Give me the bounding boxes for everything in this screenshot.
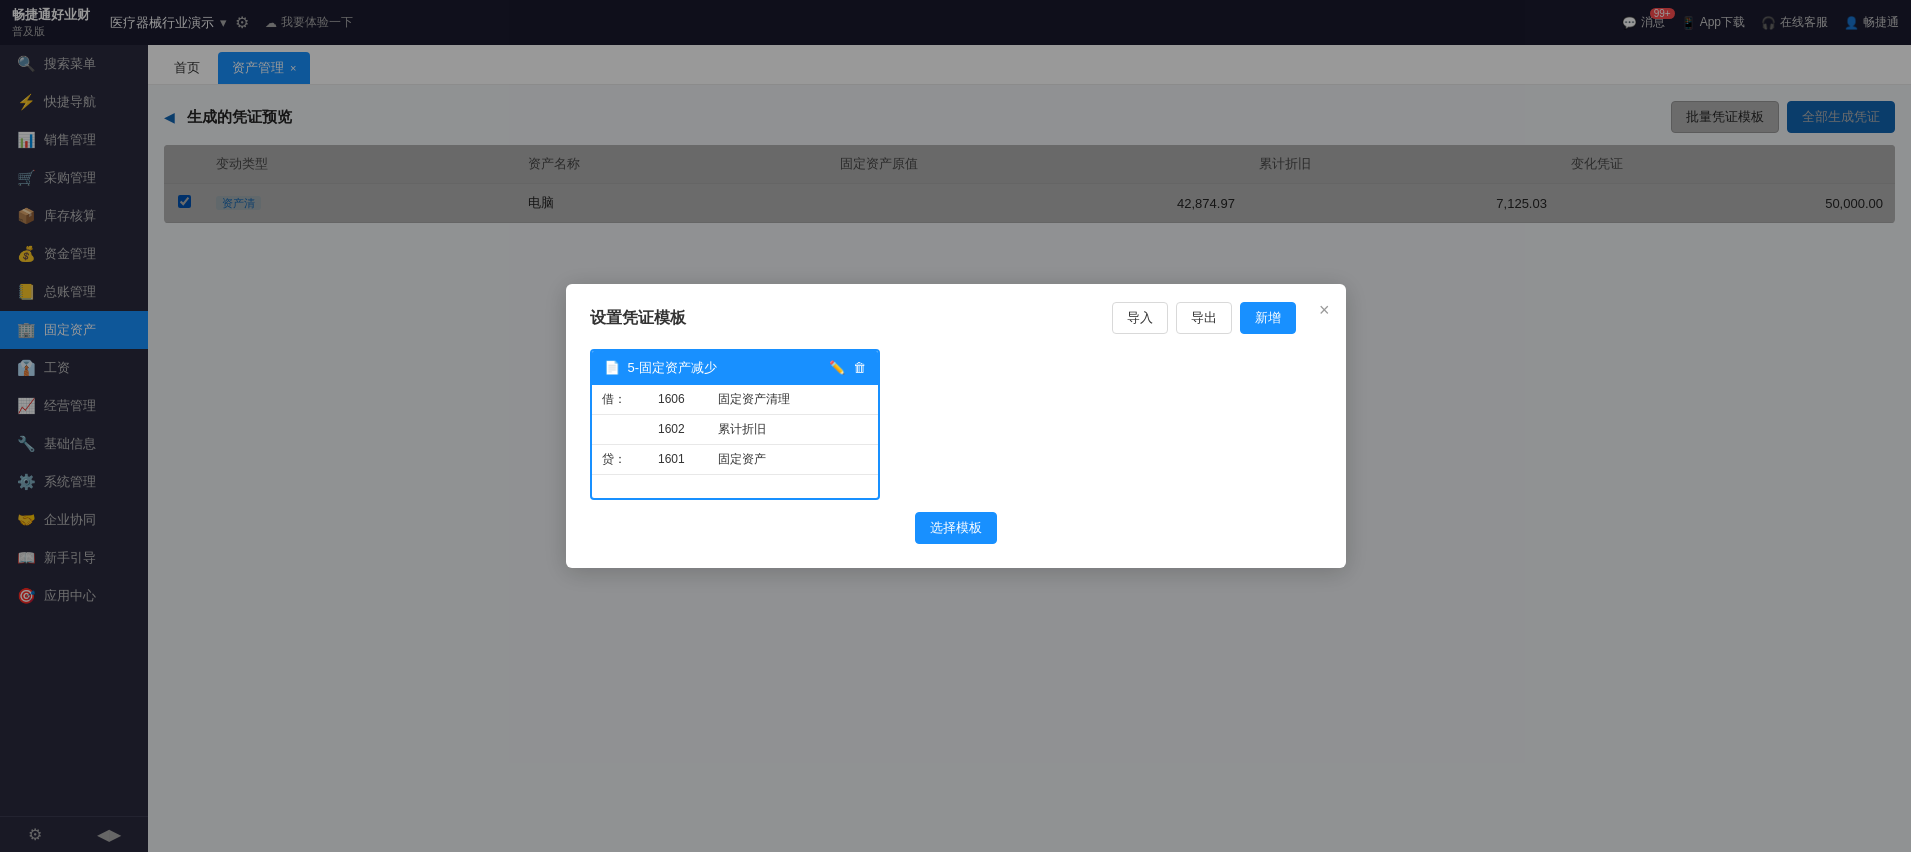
- import-btn[interactable]: 导入: [1112, 302, 1168, 334]
- entry-code-3: 1601: [648, 444, 708, 474]
- entry-type-1: 借：: [592, 385, 649, 415]
- template-card: 📄 5-固定资产减少 ✏️ 🗑 借：: [590, 349, 880, 501]
- template-doc-icon: 📄: [604, 360, 620, 375]
- modal-overlay: × 设置凭证模板 导入 导出 新增 📄 5-固定资产减少 ✏️: [148, 45, 1911, 852]
- modal-toolbar: 导入 导出 新增: [1112, 302, 1296, 334]
- template-edit-icon[interactable]: ✏️: [829, 360, 845, 375]
- entry-name-1: 固定资产清理: [708, 385, 826, 415]
- new-btn[interactable]: 新增: [1240, 302, 1296, 334]
- template-entry-row-1: 借： 1606 固定资产清理: [592, 385, 878, 415]
- entry-credit-2: [852, 414, 878, 444]
- entry-debit-1: [826, 385, 852, 415]
- template-card-body: 借： 1606 固定资产清理 1602: [592, 385, 878, 499]
- template-select-area: 选择模板: [590, 512, 1322, 544]
- entry-debit-2: [826, 414, 852, 444]
- template-card-title: 5-固定资产减少: [628, 359, 821, 377]
- export-btn[interactable]: 导出: [1176, 302, 1232, 334]
- template-entries-table: 借： 1606 固定资产清理 1602: [592, 385, 878, 499]
- entry-code-2: 1602: [648, 414, 708, 444]
- entry-credit-1: [852, 385, 878, 415]
- template-delete-icon[interactable]: 🗑: [853, 360, 866, 375]
- entry-type-3: 贷：: [592, 444, 649, 474]
- template-entry-row-2: 1602 累计折旧: [592, 414, 878, 444]
- template-card-header: 📄 5-固定资产减少 ✏️ 🗑: [592, 351, 878, 385]
- entry-name-2: 累计折旧: [708, 414, 826, 444]
- select-template-btn[interactable]: 选择模板: [915, 512, 997, 544]
- entry-credit-3: [852, 444, 878, 474]
- entry-debit-3: [826, 444, 852, 474]
- content-area: 首页 资产管理 × ◀ 生成的凭证预览 批量凭证模板 全部生成凭证: [148, 45, 1911, 852]
- template-entry-row-4: [592, 474, 878, 498]
- template-entry-row-3: 贷： 1601 固定资产: [592, 444, 878, 474]
- entry-code-1: 1606: [648, 385, 708, 415]
- entry-name-3: 固定资产: [708, 444, 826, 474]
- entry-type-2: [592, 414, 649, 444]
- modal-close-btn[interactable]: ×: [1319, 300, 1330, 321]
- modal-dialog: × 设置凭证模板 导入 导出 新增 📄 5-固定资产减少 ✏️: [566, 284, 1346, 569]
- template-card-actions: ✏️ 🗑: [829, 360, 866, 375]
